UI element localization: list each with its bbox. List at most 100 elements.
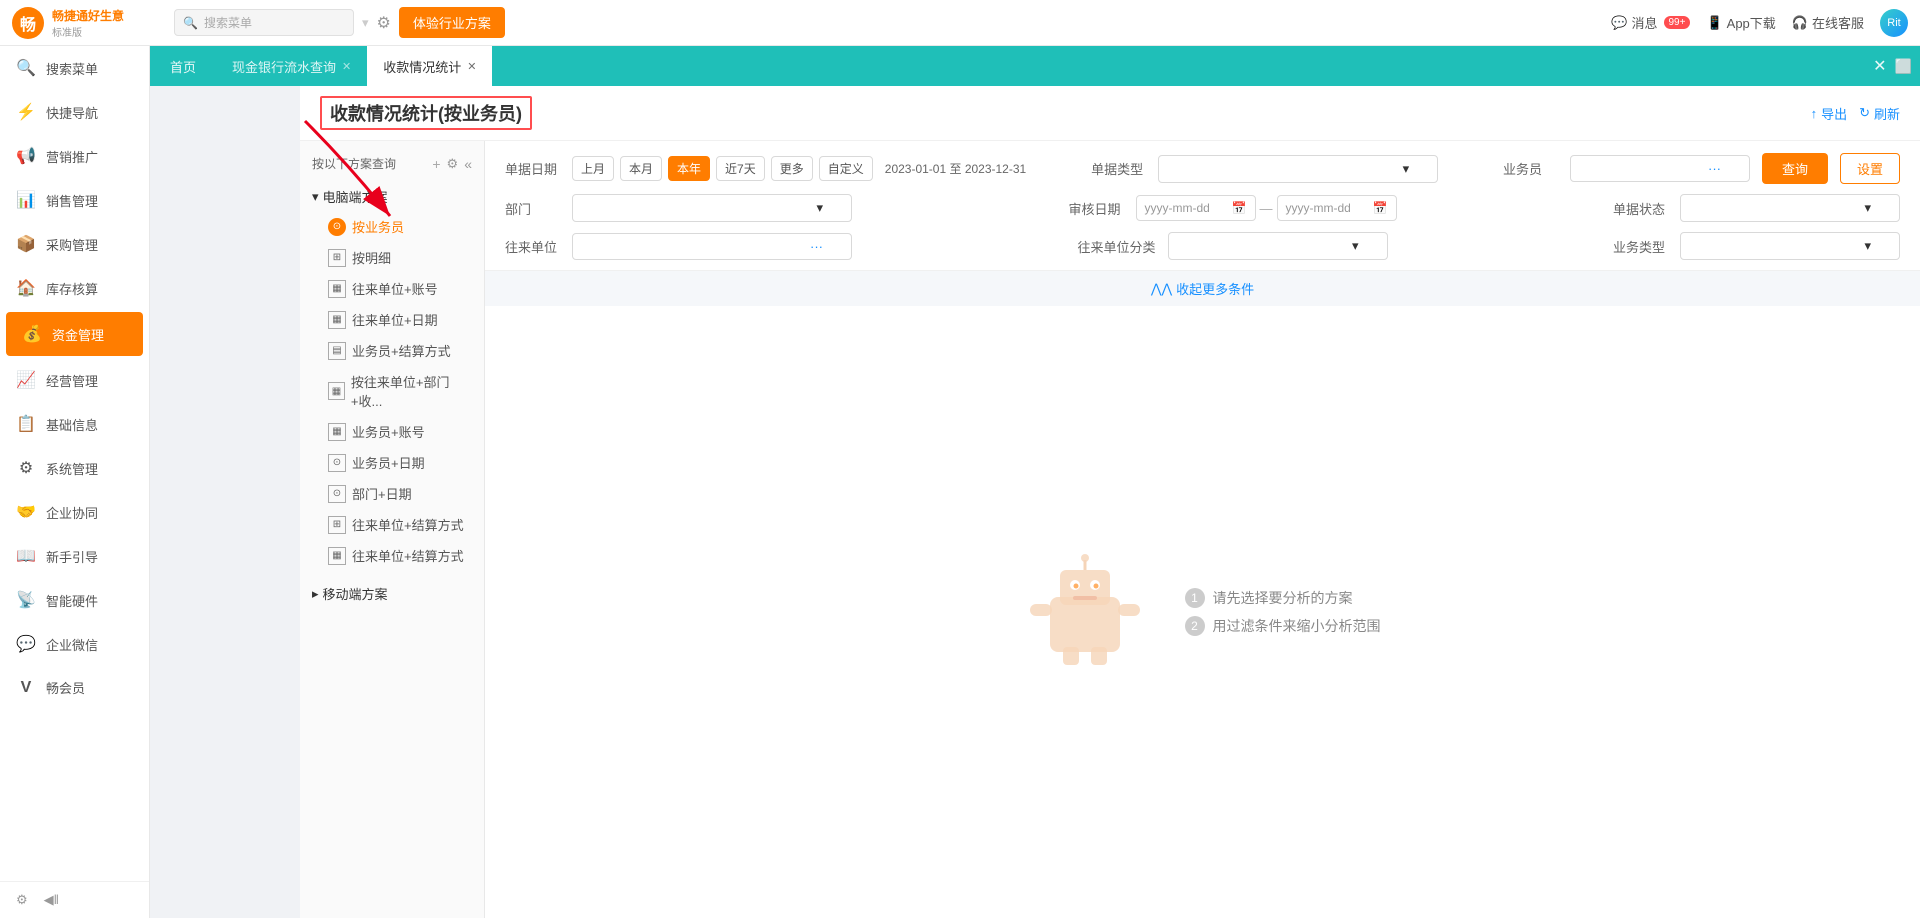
sidebar-item-hardware[interactable]: 📡 智能硬件 [0, 578, 149, 622]
partner-select[interactable]: ··· [572, 233, 852, 260]
page-header: 收款情况统计(按业务员) ↑ 导出 ↻ 刷新 [300, 86, 1920, 141]
sidebar-item-quicknav[interactable]: ⚡ 快捷导航 [0, 90, 149, 134]
sidebar-item-label: 经营管理 [46, 371, 98, 390]
voucher-status-select[interactable]: ▾ [1680, 194, 1900, 222]
tip-text-1: 请先选择要分析的方案 [1213, 588, 1353, 608]
search-placeholder: 搜索菜单 [204, 14, 252, 31]
date-separator: — [1260, 201, 1273, 216]
date-btn-7days[interactable]: 近7天 [716, 156, 765, 181]
voucher-type-select[interactable]: ▾ [1158, 155, 1438, 183]
empty-state-area: 1 请先选择要分析的方案 2 用过滤条件来缩小分析范围 [485, 306, 1920, 918]
sidebar-item-marketing[interactable]: 📢 营销推广 [0, 134, 149, 178]
setting-button[interactable]: 设置 [1840, 153, 1900, 184]
online-service-label: 在线客服 [1812, 13, 1864, 32]
more-icon[interactable]: ··· [1708, 161, 1721, 176]
refresh-button[interactable]: ↻ 刷新 [1859, 104, 1900, 123]
sidebar-item-label: 搜索菜单 [46, 59, 98, 78]
export-button[interactable]: ↑ 导出 [1811, 104, 1848, 123]
scheme-pc-title[interactable]: ▾ 电脑端方案 [300, 182, 484, 211]
sidebar-item-inventory[interactable]: 🏠 库存核算 [0, 266, 149, 310]
scheme-item-salesperson-date[interactable]: ⊙ 业务员+日期 [300, 447, 484, 478]
user-avatar[interactable]: Rit [1880, 9, 1908, 37]
scheme-mobile-title[interactable]: ▸ 移动端方案 [300, 579, 484, 608]
dept-label: 部门 [505, 199, 560, 218]
scheme-item-by-salesperson[interactable]: ⊙ 按业务员 [300, 211, 484, 242]
sidebar-item-wechat[interactable]: 💬 企业微信 [0, 622, 149, 666]
gear-icon[interactable]: ⚙ [377, 13, 391, 33]
sidebar-item-operations[interactable]: 📈 经营管理 [0, 358, 149, 402]
tab-collection-close[interactable]: ✕ [467, 60, 476, 73]
date-btn-this-year[interactable]: 本年 [668, 156, 710, 181]
scheme-item-label: 按往来单位+部门+收... [351, 372, 472, 410]
chevron-down-icon: ▾ [1403, 161, 1410, 177]
tab-maximize-icon[interactable]: ⬜ [1895, 58, 1912, 75]
salesperson-select[interactable]: ··· [1570, 155, 1750, 182]
scheme-header: 按以下方案查询 + ⚙ « [300, 149, 484, 178]
sidebar-item-purchase[interactable]: 📦 采购管理 [0, 222, 149, 266]
collapse-label: 收起更多条件 [1176, 279, 1254, 298]
wechat-icon: 💬 [16, 634, 36, 654]
tab-cashflow[interactable]: 现金银行流水查询 ✕ [216, 46, 367, 86]
tab-cashflow-close[interactable]: ✕ [342, 60, 351, 73]
message-label: 消息 [1631, 13, 1657, 32]
approve-date-start[interactable]: yyyy-mm-dd 📅 [1136, 195, 1256, 221]
scheme-collapse-icon[interactable]: « [464, 156, 472, 172]
query-button[interactable]: 查询 [1762, 153, 1828, 184]
empty-state-content: 1 请先选择要分析的方案 2 用过滤条件来缩小分析范围 [1025, 552, 1381, 672]
date-btn-custom[interactable]: 自定义 [819, 156, 873, 181]
tab-home[interactable]: 首页 [150, 46, 216, 86]
sidebar-item-system[interactable]: ⚙ 系统管理 [0, 446, 149, 490]
sidebar-item-label: 企业协同 [46, 503, 98, 522]
online-service-button[interactable]: 🎧 在线客服 [1792, 13, 1864, 32]
date-label: 单据日期 [505, 159, 560, 178]
scheme-item-sq3-icon: ▦ [328, 382, 345, 400]
operations-icon: 📈 [16, 370, 36, 390]
sidebar-item-enterprise[interactable]: 🤝 企业协同 [0, 490, 149, 534]
scheme-item-partner-settle2[interactable]: ▦ 往来单位+结算方式 [300, 540, 484, 571]
settings-icon[interactable]: ⚙ [16, 892, 28, 908]
scheme-item-dept-date[interactable]: ⊙ 部门+日期 [300, 478, 484, 509]
filter-row-3: 往来单位 ··· 往来单位分类 ▾ 业务类型 [505, 232, 1900, 260]
scheme-item-partner-dept[interactable]: ▦ 按往来单位+部门+收... [300, 366, 484, 416]
scheme-item-salesperson-account[interactable]: ▦ 业务员+账号 [300, 416, 484, 447]
tab-collection[interactable]: 收款情况统计 ✕ [367, 46, 492, 86]
chevron-down-icon: ▾ [1864, 238, 1871, 254]
collapse-sidebar-icon[interactable]: ◀‖ [44, 892, 59, 908]
dept-select[interactable]: ▾ [572, 194, 852, 222]
sidebar-item-search[interactable]: 🔍 搜索菜单 [0, 46, 149, 90]
scheme-item-partner-settle1[interactable]: ⊞ 往来单位+结算方式 [300, 509, 484, 540]
scheme-item-by-detail[interactable]: ⊞ 按明细 [300, 242, 484, 273]
more-btn[interactable]: ··· [810, 239, 823, 254]
scheme-mobile-label: 移动端方案 [323, 584, 388, 603]
content-area: 收款情况统计(按业务员) ↑ 导出 ↻ 刷新 按以下方案查询 + [300, 86, 1920, 918]
message-icon: 💬 [1611, 15, 1627, 31]
date-btn-this-month[interactable]: 本月 [620, 156, 662, 181]
voucher-status-label: 单据状态 [1613, 199, 1668, 218]
scheme-item-salesperson-settle[interactable]: ▤ 业务员+结算方式 [300, 335, 484, 366]
trial-button[interactable]: 体验行业方案 [399, 7, 505, 38]
tab-close-window-icon[interactable]: ✕ [1873, 56, 1886, 76]
scheme-add-icon[interactable]: + [432, 156, 440, 172]
scheme-item-partner-account[interactable]: ▦ 往来单位+账号 [300, 273, 484, 304]
date-btn-last-month[interactable]: 上月 [572, 156, 614, 181]
date-end-value: yyyy-mm-dd [1286, 201, 1351, 215]
logo-area: 畅 畅捷通好生意 标准版 [12, 7, 162, 39]
sidebar-item-basics[interactable]: 📋 基础信息 [0, 402, 149, 446]
app-download-button[interactable]: 📱 App下载 [1706, 13, 1775, 32]
collapse-filter-button[interactable]: ⋀⋀ 收起更多条件 [485, 270, 1920, 306]
sidebar-item-member[interactable]: V 畅会员 [0, 666, 149, 709]
empty-tip-1: 1 请先选择要分析的方案 [1185, 588, 1381, 608]
tab-collection-label: 收款情况统计 [383, 57, 461, 76]
sidebar-item-guide[interactable]: 📖 新手引导 [0, 534, 149, 578]
scheme-item-partner-date[interactable]: ▦ 往来单位+日期 [300, 304, 484, 335]
scheme-gear-icon[interactable]: ⚙ [447, 156, 459, 172]
partner-category-select[interactable]: ▾ [1168, 232, 1388, 260]
sidebar-item-label: 销售管理 [46, 191, 98, 210]
message-button[interactable]: 💬 消息 99+ [1611, 13, 1690, 32]
sidebar-item-sales[interactable]: 📊 销售管理 [0, 178, 149, 222]
date-btn-more[interactable]: 更多 [771, 156, 813, 181]
sidebar-item-finance[interactable]: 💰 资金管理 [6, 312, 143, 356]
approve-date-end[interactable]: yyyy-mm-dd 📅 [1277, 195, 1397, 221]
business-type-select[interactable]: ▾ [1680, 232, 1900, 260]
page-title: 收款情况统计(按业务员) [320, 96, 532, 130]
